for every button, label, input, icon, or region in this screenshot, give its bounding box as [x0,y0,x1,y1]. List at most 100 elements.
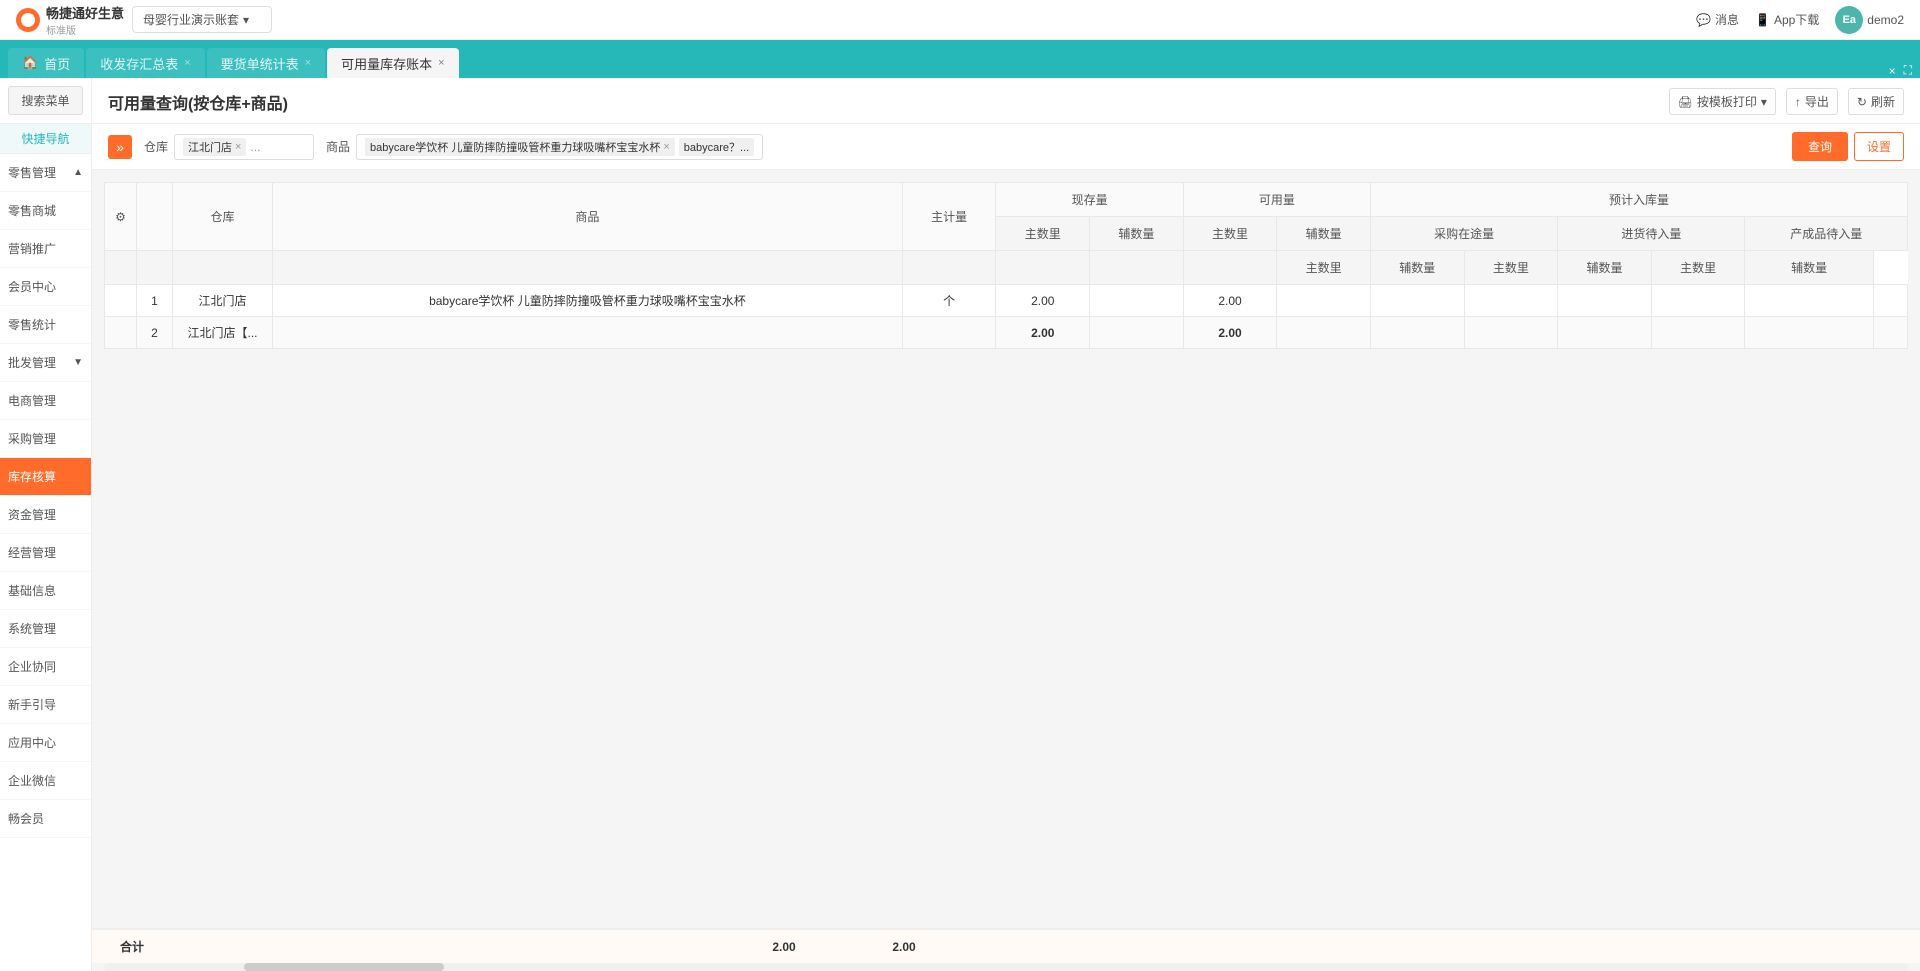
sidebar-item-member2[interactable]: 畅会员 [0,800,91,838]
tab-home-label: 首页 [44,54,70,73]
th-purchase-aux: 辅数量 [1370,251,1464,285]
sidebar-item-purchase[interactable]: 采购管理 [0,420,91,458]
th-purchase-main: 主数里 [1277,251,1371,285]
table-scrollbar[interactable] [104,963,1908,971]
tab-inventory-close[interactable]: × [438,57,444,69]
print-button[interactable]: 🖨 按模板打印 ▾ [1669,88,1776,115]
tab-receipt[interactable]: 收发存汇总表 × [86,48,204,78]
sidebar-item-retail-stats[interactable]: 零售统计 [0,306,91,344]
th-available-main: 主数里 [1183,217,1277,251]
sidebar-item-ecommerce[interactable]: 电商管理 [0,382,91,420]
row2-produce-aux [1873,317,1907,349]
logo-text: 畅捷通好生意 [46,3,124,22]
row1-product: babycare学饮杯 儿童防摔防撞吸管杯重力球吸嘴杯宝宝水杯 [273,285,903,317]
th-inbound-group: 进货待入量 [1558,217,1745,251]
org-selector[interactable]: 母婴行业演示账套 ▾ [132,6,272,33]
sidebar-item-wholesale-label: 批发管理 [8,354,56,371]
footer-row: 合计 2.00 2.00 [92,928,1920,963]
th-product: 商品 [273,183,903,251]
export-button[interactable]: ↑ 导出 [1786,88,1838,115]
sidebar-item-purchase-label: 采购管理 [8,430,56,447]
settings-icon[interactable]: ⚙ [115,210,126,224]
page-header: 可用量查询(按仓库+商品) 🖨 按模板打印 ▾ ↑ 导出 ↻ 刷新 [92,78,1920,124]
top-bar: 畅捷通好生意 标准版 母婴行业演示账套 ▾ 💬 消息 📱 App下载 Ea de… [0,0,1920,40]
sidebar-item-member[interactable]: 会员中心 [0,268,91,306]
search-menu-button[interactable]: 搜索菜单 [8,86,83,115]
row2-produce-main [1745,317,1873,349]
row1-warehouse: 江北门店 [173,285,273,317]
filter-toggle-button[interactable]: » [108,135,132,159]
settings-button[interactable]: 设置 [1854,132,1904,161]
sidebar-item-wholesale[interactable]: 批发管理 ▼ [0,344,91,382]
refresh-button[interactable]: ↻ 刷新 [1848,88,1904,115]
scrollbar-thumb[interactable] [244,963,444,971]
logo-area: 畅捷通好生意 标准版 [16,3,124,37]
message-action[interactable]: 💬 消息 [1696,11,1739,28]
row1-inbound-aux [1651,285,1745,317]
th-stock-aux: 辅数量 [1090,217,1184,251]
message-label: 消息 [1715,11,1739,28]
app-download-action[interactable]: 📱 App下载 [1755,11,1819,28]
warehouse-tag-remove[interactable]: × [235,141,241,153]
nav-tabs: 🏠 首页 收发存汇总表 × 要货单统计表 × 可用量库存账本 × × ⛶ [0,40,1920,78]
chevron-down-icon: ▼ [73,357,83,368]
row2-num: 2 [137,317,173,349]
tab-order-close[interactable]: × [305,57,311,69]
th-empty7 [1090,251,1184,285]
sidebar-item-wecom-label: 企业微信 [8,772,56,789]
sidebar-item-inventory[interactable]: 库存核算 [0,458,91,496]
row2-available-main: 2.00 [1183,317,1277,349]
app-download-label: App下载 [1774,11,1819,28]
product-tag-1: babycare学饮杯 儿童防摔防撞吸管杯重力球吸嘴杯宝宝水杯 × [365,138,675,156]
footer-label: 合计 [104,938,324,955]
th-warehouse: 仓库 [173,183,273,251]
warehouse-filter-input[interactable]: 江北门店 × ... [174,134,314,160]
row1-available-main: 2.00 [1183,285,1277,317]
sidebar-item-retail[interactable]: 零售管理 ▲ [0,154,91,192]
tab-order[interactable]: 要货单统计表 × [207,48,325,78]
row2-product [273,317,903,349]
fullscreen-icon[interactable]: ⛶ [1904,63,1912,78]
row2-inbound-main [1558,317,1652,349]
th-produce-group: 产成品待入量 [1745,217,1908,251]
th-empty8 [1183,251,1277,285]
logo-icon [16,8,40,32]
th-empty2 [137,251,173,285]
sidebar-item-operations[interactable]: 经营管理 [0,534,91,572]
sidebar-item-wecom[interactable]: 企业微信 [0,762,91,800]
row2-warehouse: 江北门店【... [173,317,273,349]
user-profile[interactable]: Ea demo2 [1835,6,1904,34]
row2-purchase-main [1370,317,1464,349]
sidebar-item-system[interactable]: 系统管理 [0,610,91,648]
warehouse-filter-more[interactable]: ... [250,140,260,154]
product-tag-1-remove[interactable]: × [663,141,669,153]
sidebar-item-ecommerce-label: 电商管理 [8,392,56,409]
sidebar-item-finance[interactable]: 资金管理 [0,496,91,534]
table-row: 2 江北门店【... 2.00 2.00 [105,317,1908,349]
sidebar-item-newbie[interactable]: 新手引导 [0,686,91,724]
sidebar-item-basic[interactable]: 基础信息 [0,572,91,610]
tab-home[interactable]: 🏠 首页 [8,48,84,78]
product-filter-input[interactable]: babycare学饮杯 儿童防摔防撞吸管杯重力球吸嘴杯宝宝水杯 × babyca… [356,134,763,160]
row1-purchase-aux [1464,285,1558,317]
query-button[interactable]: 查询 [1792,132,1848,161]
table-area: ⚙ 仓库 商品 主计量 现存量 可用量 预计入库量 主数里 辅数量 主数里 [92,170,1920,928]
sidebar-item-enterprise[interactable]: 企业协同 [0,648,91,686]
sidebar-item-appcenter[interactable]: 应用中心 [0,724,91,762]
table-row: 1 江北门店 babycare学饮杯 儿童防摔防撞吸管杯重力球吸嘴杯宝宝水杯 个… [105,285,1908,317]
footer-stock-main: 2.00 [754,940,814,954]
th-empty1 [105,251,137,285]
tab-receipt-close[interactable]: × [184,57,190,69]
nav-tabs-right: × ⛶ [1889,63,1920,78]
th-num [137,183,173,251]
main-layout: 搜索菜单 快捷导航 零售管理 ▲ 零售商城 营销推广 会员中心 零售统计 批发管… [0,78,1920,971]
sidebar-item-retail-shop[interactable]: 零售商城 [0,192,91,230]
th-forecast-group: 预计入库量 [1370,183,1907,217]
sidebar-item-marketing[interactable]: 营销推广 [0,230,91,268]
close-all-icon[interactable]: × [1889,64,1896,78]
th-produce-aux: 辅数量 [1745,251,1873,285]
th-inbound-aux: 辅数量 [1558,251,1652,285]
th-inbound-main: 主数里 [1464,251,1558,285]
tab-inventory[interactable]: 可用量库存账本 × [327,48,458,78]
quick-nav-button[interactable]: 快捷导航 [0,124,91,154]
